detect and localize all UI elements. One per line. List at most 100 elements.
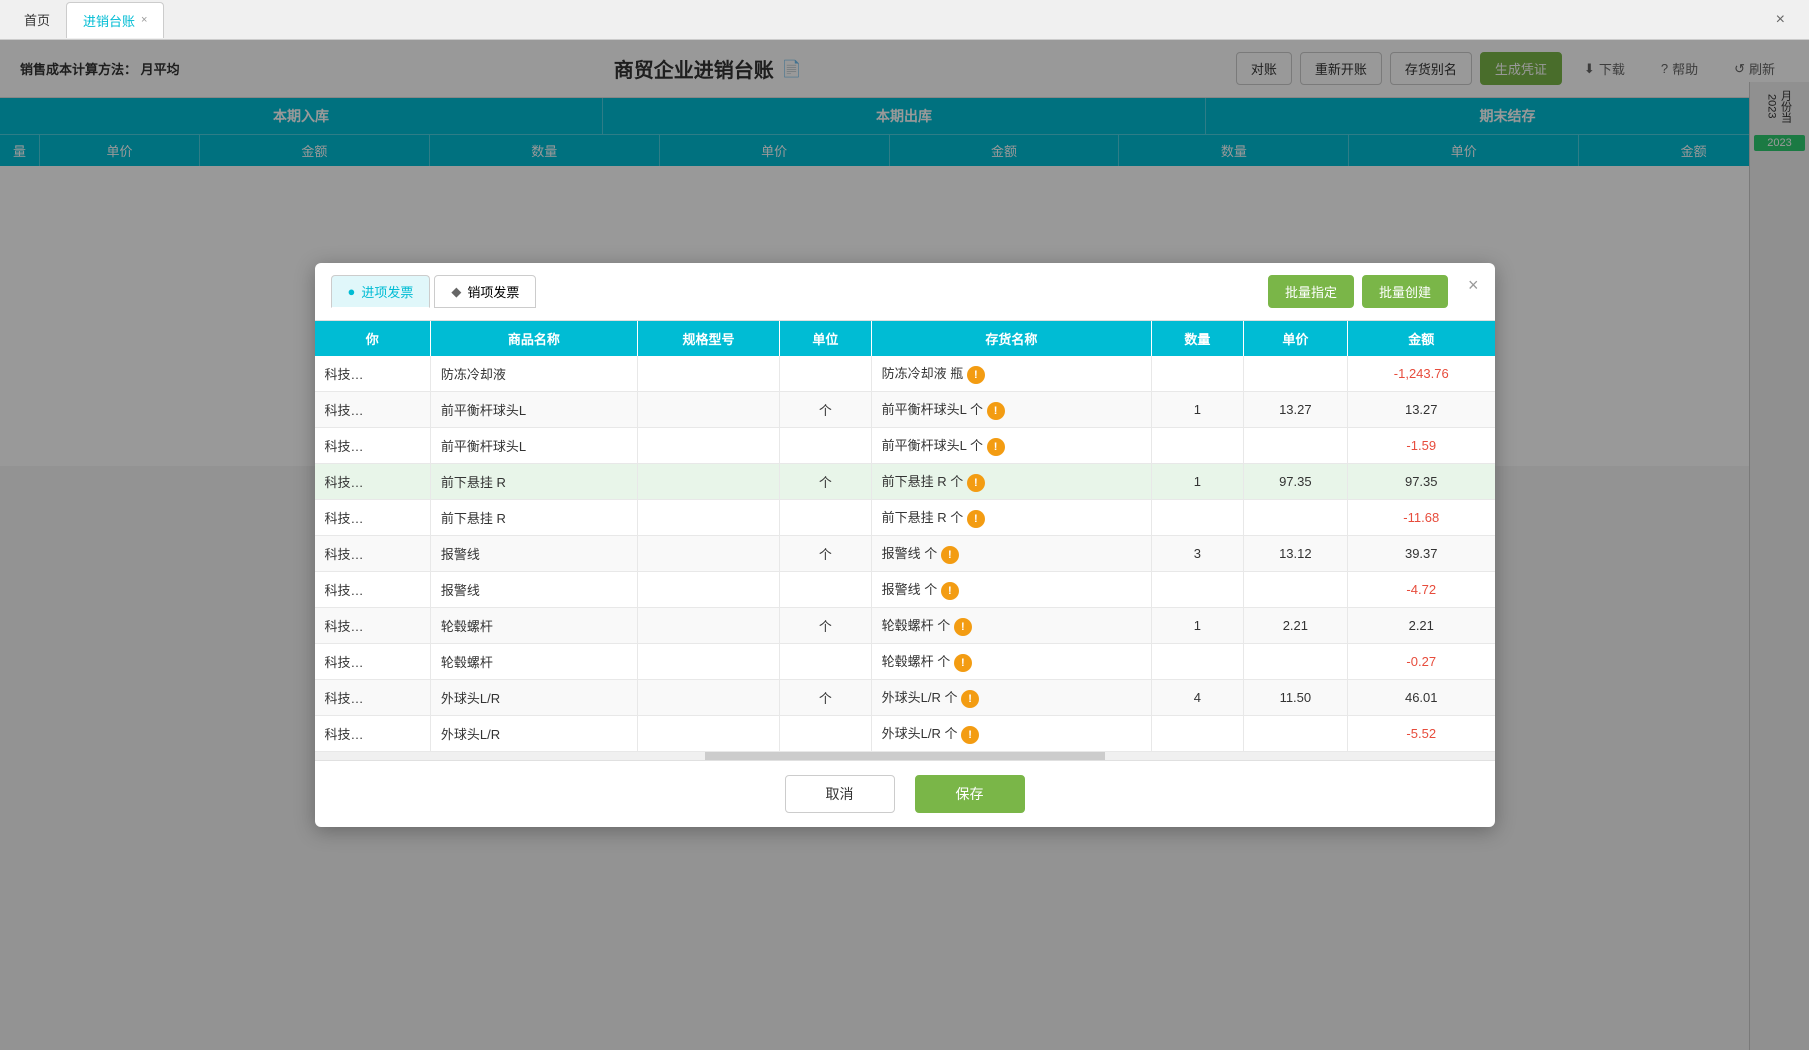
modal-tabs: ● 进项发票 ◆ 销项发票 xyxy=(331,275,537,308)
cell-product-name: 外球头L/R xyxy=(430,680,637,716)
table-row[interactable]: 科技… 前下悬挂 R 个 前下悬挂 R 个 ! 1 97.35 97.35 xyxy=(315,464,1495,500)
cell-product-name: 轮毂螺杆 xyxy=(430,644,637,680)
table-row[interactable]: 科技… 外球头L/R 外球头L/R 个 ! -5.52 xyxy=(315,716,1495,752)
cell-product-name: 前下悬挂 R xyxy=(430,500,637,536)
cell-amount: -1,243.76 xyxy=(1348,356,1495,392)
cell-stock-name: 报警线 个 ! xyxy=(871,572,1151,608)
cell-unit: 个 xyxy=(780,392,872,428)
cell-unit: 个 xyxy=(780,608,872,644)
cell-qty xyxy=(1152,716,1244,752)
cell-qty xyxy=(1152,500,1244,536)
cell-qty xyxy=(1152,644,1244,680)
cell-stock-name: 防冻冷却液 瓶 ! xyxy=(871,356,1151,392)
window-close-icon[interactable]: × xyxy=(1760,3,1801,37)
cell-company: 科技… xyxy=(315,608,431,644)
cell-product-name: 前平衡杆球头L xyxy=(430,428,637,464)
cell-unit xyxy=(780,644,872,680)
cell-amount: -5.52 xyxy=(1348,716,1495,752)
cell-qty: 1 xyxy=(1152,392,1244,428)
cell-amount: 13.27 xyxy=(1348,392,1495,428)
save-button[interactable]: 保存 xyxy=(915,775,1025,813)
cell-spec xyxy=(637,680,779,716)
tab-ledger[interactable]: 进销台账 × xyxy=(66,2,164,38)
table-header-row: 你 商品名称 规格型号 单位 存货名称 数量 单价 金额 xyxy=(315,321,1495,356)
warning-icon: ! xyxy=(967,474,985,492)
warning-icon: ! xyxy=(941,582,959,600)
th-price: 单价 xyxy=(1243,321,1347,356)
cancel-button[interactable]: 取消 xyxy=(785,775,895,813)
modal-dialog: ● 进项发票 ◆ 销项发票 批量指定 批量创建 × xyxy=(315,263,1495,827)
cell-company: 科技… xyxy=(315,680,431,716)
cell-product-name: 报警线 xyxy=(430,536,637,572)
cell-amount: -4.72 xyxy=(1348,572,1495,608)
table-row[interactable]: 科技… 前平衡杆球头L 个 前平衡杆球头L 个 ! 1 13.27 13.27 xyxy=(315,392,1495,428)
table-row[interactable]: 科技… 报警线 个 报警线 个 ! 3 13.12 39.37 xyxy=(315,536,1495,572)
tab-income-invoice[interactable]: ● 进项发票 xyxy=(331,275,431,308)
income-tab-label: 进项发票 xyxy=(361,282,413,301)
cell-spec xyxy=(637,500,779,536)
cell-price xyxy=(1243,572,1347,608)
cell-price xyxy=(1243,644,1347,680)
cell-amount: 2.21 xyxy=(1348,608,1495,644)
cell-stock-name: 前平衡杆球头L 个 ! xyxy=(871,392,1151,428)
warning-icon: ! xyxy=(967,510,985,528)
batch-assign-button[interactable]: 批量指定 xyxy=(1268,275,1354,308)
cell-company: 科技… xyxy=(315,572,431,608)
cell-unit: 个 xyxy=(780,464,872,500)
modal-header: ● 进项发票 ◆ 销项发票 批量指定 批量创建 × xyxy=(315,263,1495,321)
cell-stock-name: 前下悬挂 R 个 ! xyxy=(871,464,1151,500)
modal-table-wrap[interactable]: 你 商品名称 规格型号 单位 存货名称 数量 单价 金额 科技… 防冻冷却液 xyxy=(315,321,1495,752)
th-stock-name: 存货名称 xyxy=(871,321,1151,356)
cell-price: 97.35 xyxy=(1243,464,1347,500)
cell-company: 科技… xyxy=(315,644,431,680)
cell-price: 2.21 xyxy=(1243,608,1347,644)
cell-stock-name: 前平衡杆球头L 个 ! xyxy=(871,428,1151,464)
cell-amount: 39.37 xyxy=(1348,536,1495,572)
cell-spec xyxy=(637,536,779,572)
cell-company: 科技… xyxy=(315,464,431,500)
cell-price xyxy=(1243,716,1347,752)
table-row[interactable]: 科技… 外球头L/R 个 外球头L/R 个 ! 4 11.50 46.01 xyxy=(315,680,1495,716)
tab-ledger-label: 进销台账 xyxy=(83,11,135,30)
cell-product-name: 前平衡杆球头L xyxy=(430,392,637,428)
th-spec: 规格型号 xyxy=(637,321,779,356)
cell-stock-name: 轮毂螺杆 个 ! xyxy=(871,644,1151,680)
tab-sales-invoice[interactable]: ◆ 销项发票 xyxy=(434,275,536,308)
table-row[interactable]: 科技… 前平衡杆球头L 前平衡杆球头L 个 ! -1.59 xyxy=(315,428,1495,464)
table-row[interactable]: 科技… 轮毂螺杆 轮毂螺杆 个 ! -0.27 xyxy=(315,644,1495,680)
warning-icon: ! xyxy=(961,690,979,708)
tab-close-icon[interactable]: × xyxy=(141,14,147,26)
cell-company: 科技… xyxy=(315,428,431,464)
cell-amount: 97.35 xyxy=(1348,464,1495,500)
cell-price: 13.12 xyxy=(1243,536,1347,572)
th-amount: 金额 xyxy=(1348,321,1495,356)
warning-icon: ! xyxy=(954,654,972,672)
warning-icon: ! xyxy=(941,546,959,564)
scroll-hint xyxy=(315,752,1495,760)
warning-icon: ! xyxy=(987,438,1005,456)
cell-company: 科技… xyxy=(315,500,431,536)
cell-qty: 1 xyxy=(1152,464,1244,500)
batch-create-button[interactable]: 批量创建 xyxy=(1362,275,1448,308)
modal-close-icon[interactable]: × xyxy=(1468,275,1479,308)
table-row[interactable]: 科技… 防冻冷却液 防冻冷却液 瓶 ! -1,243.76 xyxy=(315,356,1495,392)
th-unit: 单位 xyxy=(780,321,872,356)
tab-home[interactable]: 首页 xyxy=(8,2,66,37)
cell-stock-name: 报警线 个 ! xyxy=(871,536,1151,572)
cell-stock-name: 前下悬挂 R 个 ! xyxy=(871,500,1151,536)
cell-spec xyxy=(637,428,779,464)
cell-amount: -1.59 xyxy=(1348,428,1495,464)
cell-qty xyxy=(1152,572,1244,608)
cell-unit: 个 xyxy=(780,680,872,716)
invoice-table: 你 商品名称 规格型号 单位 存货名称 数量 单价 金额 科技… 防冻冷却液 xyxy=(315,321,1495,752)
cell-price: 11.50 xyxy=(1243,680,1347,716)
warning-icon: ! xyxy=(961,726,979,744)
cell-company: 科技… xyxy=(315,356,431,392)
table-row[interactable]: 科技… 报警线 报警线 个 ! -4.72 xyxy=(315,572,1495,608)
table-row[interactable]: 科技… 前下悬挂 R 前下悬挂 R 个 ! -11.68 xyxy=(315,500,1495,536)
cell-qty: 1 xyxy=(1152,608,1244,644)
cell-qty xyxy=(1152,428,1244,464)
cell-product-name: 报警线 xyxy=(430,572,637,608)
cell-amount: -0.27 xyxy=(1348,644,1495,680)
table-row[interactable]: 科技… 轮毂螺杆 个 轮毂螺杆 个 ! 1 2.21 2.21 xyxy=(315,608,1495,644)
